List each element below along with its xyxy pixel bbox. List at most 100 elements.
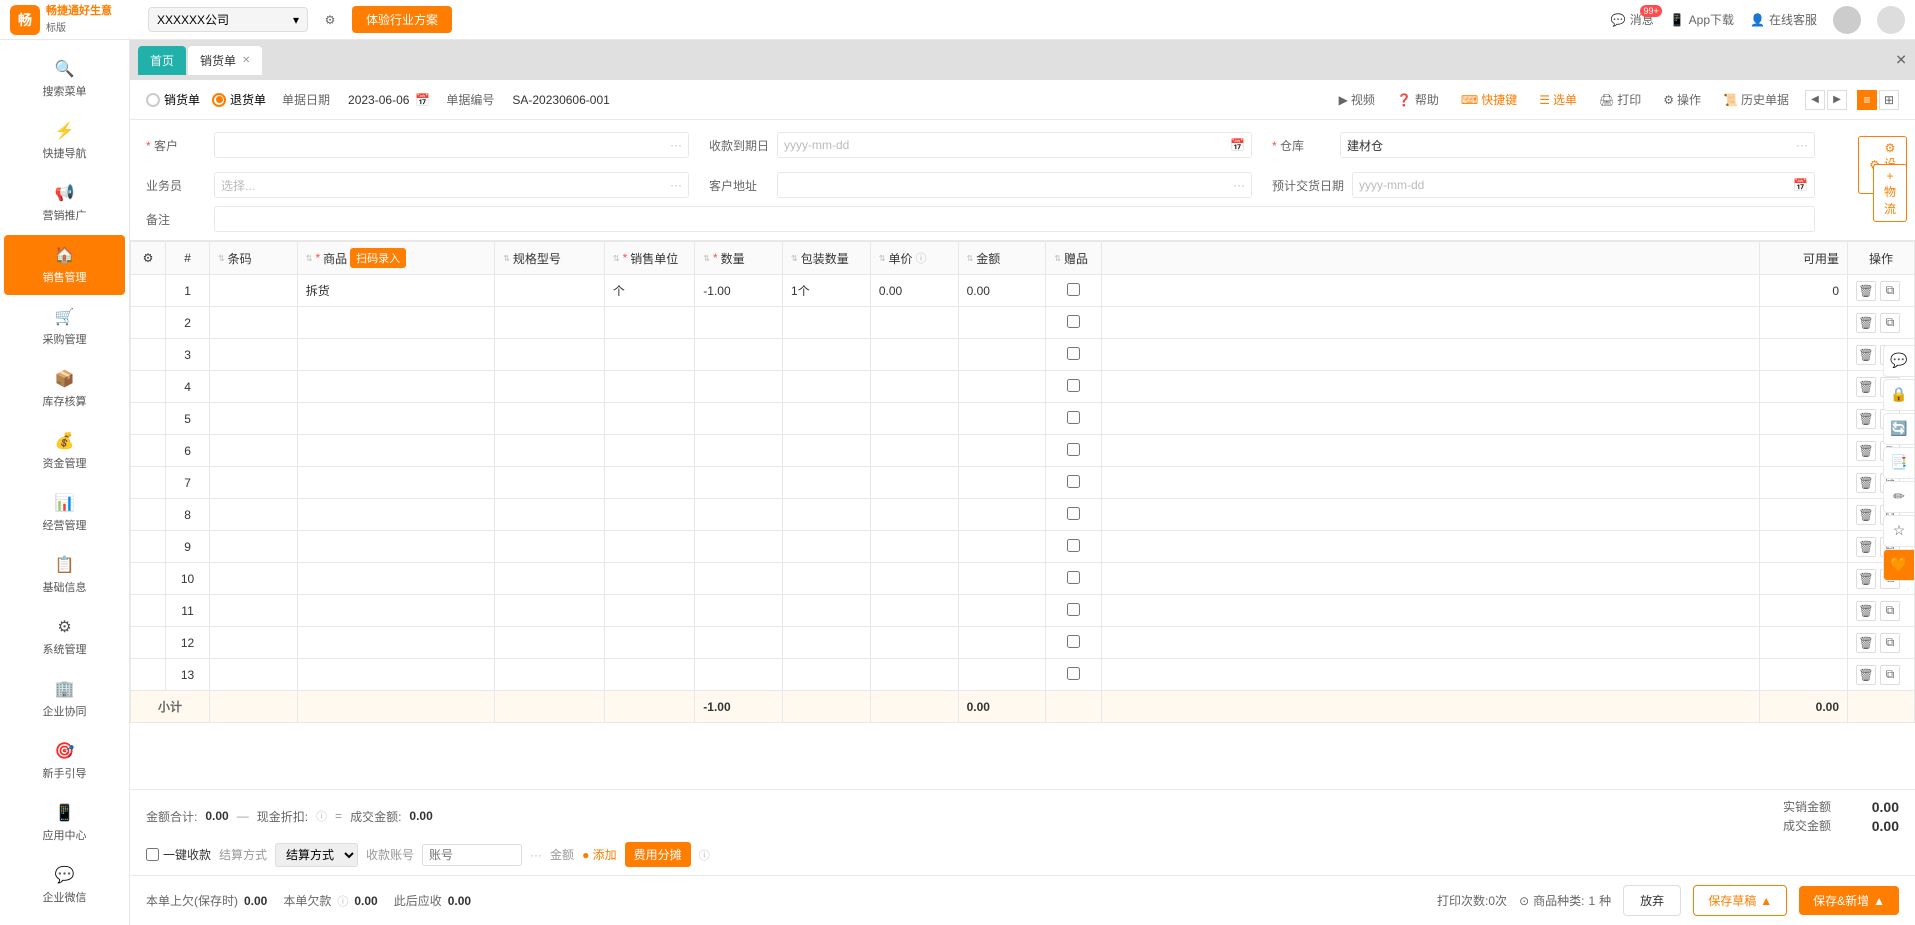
row-product[interactable] [297, 659, 494, 691]
row-amount[interactable] [958, 339, 1046, 371]
user-avatar-2[interactable] [1877, 6, 1905, 34]
customer-addr-input[interactable]: ··· [777, 172, 1252, 198]
save-new-button[interactable]: 保存&新增 ▲ [1799, 886, 1899, 915]
help-btn[interactable]: ❓ 帮助 [1391, 88, 1445, 111]
row-qty[interactable] [695, 467, 783, 499]
row-product[interactable]: 拆货 [297, 275, 494, 307]
sort-amount-icon[interactable]: ⇅ [967, 254, 974, 263]
shortcut-btn[interactable]: ⌨ 快捷键 [1455, 88, 1523, 111]
row-unit[interactable] [604, 467, 694, 499]
sidebar-item-marketing[interactable]: 📢 营销推广 [4, 173, 125, 233]
total-owed-info-icon[interactable]: ⓘ [337, 893, 348, 909]
row-spec[interactable] [495, 467, 605, 499]
row-product[interactable] [297, 627, 494, 659]
side-float-orange[interactable]: 🧡 [1883, 549, 1915, 581]
row-spec[interactable] [495, 499, 605, 531]
row-spec[interactable] [495, 275, 605, 307]
gift-checkbox[interactable] [1067, 411, 1080, 424]
row-pack-qty[interactable] [783, 563, 871, 595]
row-price[interactable] [870, 627, 958, 659]
row-copy-icon[interactable]: ⧉ [1880, 281, 1900, 301]
gift-checkbox[interactable] [1067, 443, 1080, 456]
history-btn[interactable]: 📜 历史单据 [1717, 88, 1795, 111]
row-delete-icon[interactable]: 🗑 [1856, 377, 1876, 397]
sidebar-item-enterprise[interactable]: 🏢 企业协同 [4, 669, 125, 729]
gift-checkbox[interactable] [1067, 315, 1080, 328]
gift-checkbox[interactable] [1067, 539, 1080, 552]
row-pack-qty[interactable] [783, 371, 871, 403]
row-gift[interactable] [1046, 595, 1102, 627]
row-amount[interactable] [958, 307, 1046, 339]
row-qty[interactable] [695, 403, 783, 435]
row-barcode[interactable] [209, 659, 297, 691]
row-price[interactable] [870, 531, 958, 563]
row-qty[interactable]: -1.00 [695, 275, 783, 307]
row-amount[interactable]: 0.00 [958, 275, 1046, 307]
row-product[interactable] [297, 595, 494, 627]
expense-split-button[interactable]: 费用分摊 [625, 842, 691, 867]
sort-spec-icon[interactable]: ⇅ [503, 254, 510, 263]
row-pack-qty[interactable] [783, 339, 871, 371]
row-barcode[interactable] [209, 499, 297, 531]
row-gift[interactable] [1046, 275, 1102, 307]
gift-checkbox[interactable] [1067, 603, 1080, 616]
gift-checkbox[interactable] [1067, 475, 1080, 488]
row-copy-icon[interactable]: ⧉ [1880, 601, 1900, 621]
user-avatar[interactable] [1833, 6, 1861, 34]
row-spec[interactable] [495, 339, 605, 371]
sidebar-item-member[interactable]: 👑 畅会员 [4, 917, 125, 925]
row-delete-icon[interactable]: 🗑 [1856, 537, 1876, 557]
row-pack-qty[interactable] [783, 499, 871, 531]
expected-date-input[interactable]: yyyy-mm-dd 📅 [1352, 172, 1815, 198]
row-gift[interactable] [1046, 435, 1102, 467]
row-product[interactable] [297, 499, 494, 531]
sidebar-item-quick-nav[interactable]: ⚡ 快捷导航 [4, 111, 125, 171]
settings-icon[interactable]: ⚙ [316, 6, 344, 34]
row-barcode[interactable] [209, 371, 297, 403]
row-amount[interactable] [958, 563, 1046, 595]
row-gift[interactable] [1046, 307, 1102, 339]
row-unit[interactable] [604, 595, 694, 627]
row-unit[interactable] [604, 659, 694, 691]
app-download-button[interactable]: 📱 App下载 [1670, 11, 1734, 28]
row-product[interactable] [297, 531, 494, 563]
radio-sales[interactable]: 销货单 [146, 91, 200, 108]
video-btn[interactable]: ▶ 视频 [1333, 88, 1381, 111]
row-product[interactable] [297, 435, 494, 467]
row-qty[interactable] [695, 435, 783, 467]
one-click-check[interactable] [146, 848, 159, 861]
row-gift[interactable] [1046, 467, 1102, 499]
row-price[interactable] [870, 403, 958, 435]
warehouse-dots[interactable]: ··· [1796, 138, 1808, 152]
row-pack-qty[interactable] [783, 627, 871, 659]
price-info-icon[interactable]: ⓘ [916, 250, 927, 266]
row-pack-qty[interactable] [783, 531, 871, 563]
gift-checkbox[interactable] [1067, 283, 1080, 296]
warehouse-input[interactable]: 建材仓 ··· [1340, 132, 1815, 158]
row-spec[interactable] [495, 403, 605, 435]
row-barcode[interactable] [209, 339, 297, 371]
row-barcode[interactable] [209, 403, 297, 435]
row-gift[interactable] [1046, 339, 1102, 371]
tab-home[interactable]: 首页 [138, 46, 186, 75]
row-price[interactable] [870, 499, 958, 531]
view-grid-icon[interactable]: ⊞ [1879, 90, 1899, 110]
row-unit[interactable] [604, 339, 694, 371]
row-amount[interactable] [958, 531, 1046, 563]
side-float-lock[interactable]: 🔒 [1883, 379, 1915, 411]
row-unit[interactable] [604, 563, 694, 595]
sidebar-item-finance[interactable]: 💰 资金管理 [4, 421, 125, 481]
row-gift[interactable] [1046, 659, 1102, 691]
row-price[interactable] [870, 563, 958, 595]
row-amount[interactable] [958, 467, 1046, 499]
row-barcode[interactable] [209, 595, 297, 627]
row-amount[interactable] [958, 371, 1046, 403]
row-delete-icon[interactable]: 🗑 [1856, 281, 1876, 301]
row-qty[interactable] [695, 339, 783, 371]
sidebar-item-system[interactable]: ⚙ 系统管理 [4, 607, 125, 667]
row-qty[interactable] [695, 371, 783, 403]
row-spec[interactable] [495, 563, 605, 595]
row-unit[interactable] [604, 371, 694, 403]
row-unit[interactable] [604, 627, 694, 659]
row-unit[interactable] [604, 499, 694, 531]
